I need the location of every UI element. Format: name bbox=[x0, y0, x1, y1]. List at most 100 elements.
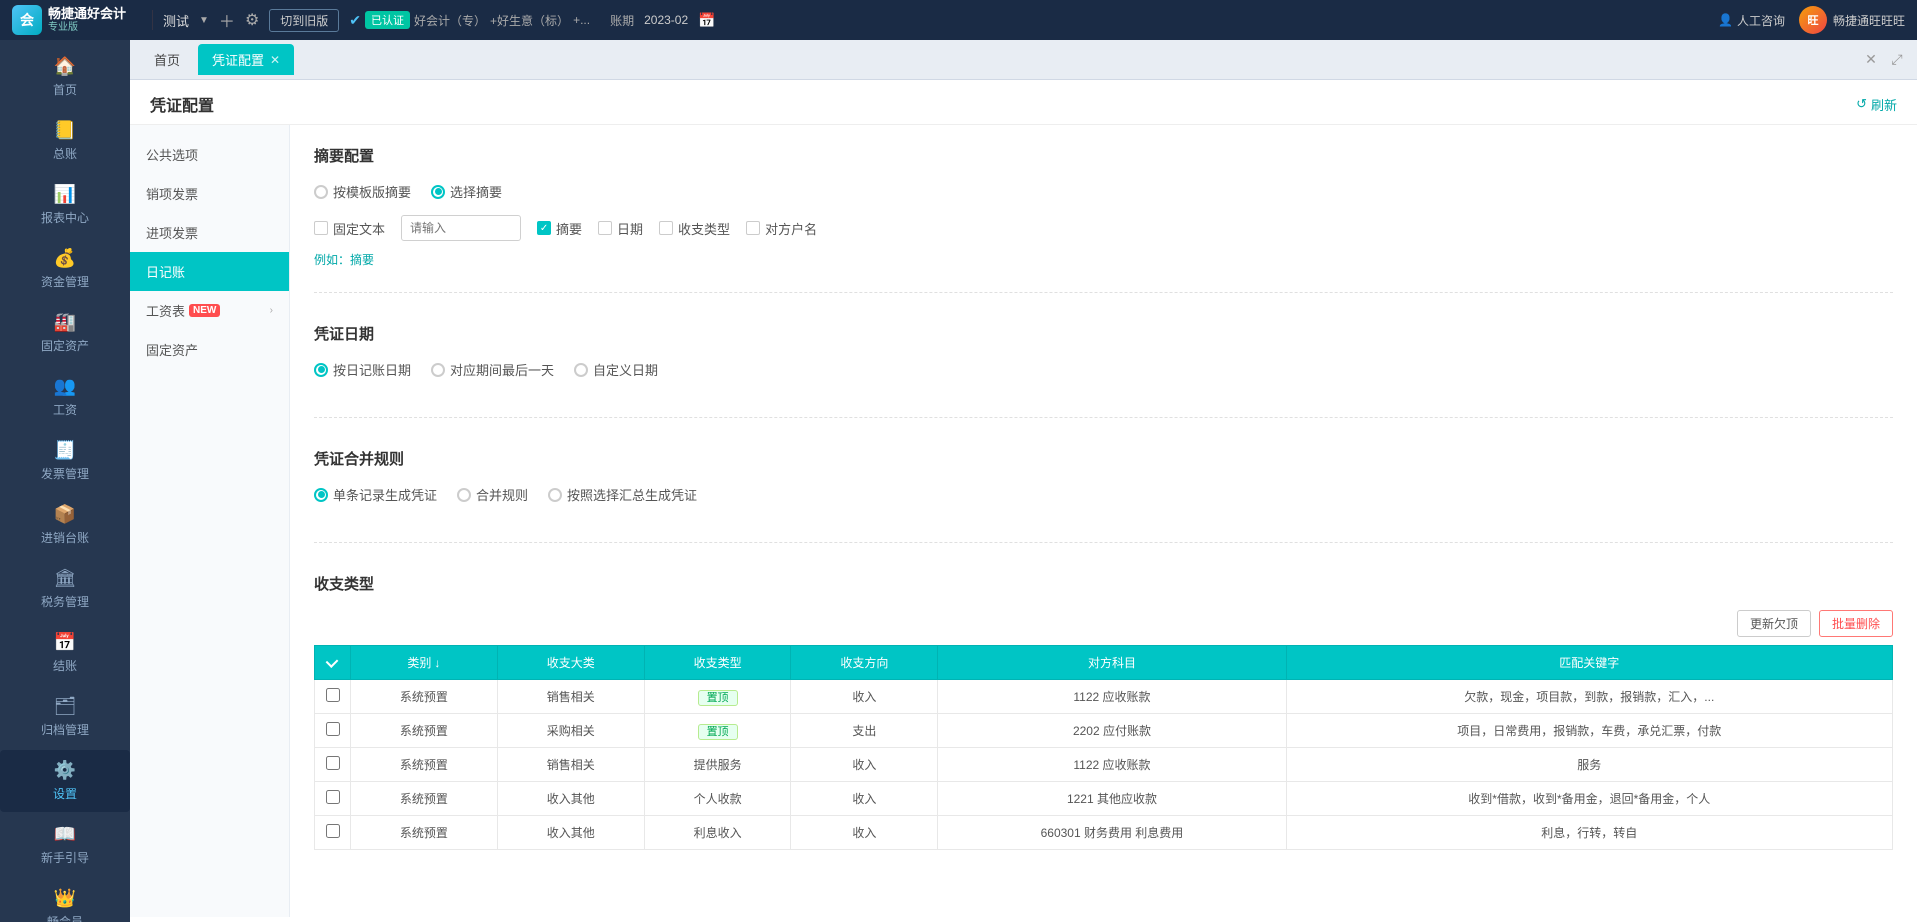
left-nav-public-label: 公共选项 bbox=[146, 145, 198, 164]
left-nav-sales-invoice[interactable]: 销项发票 bbox=[130, 174, 289, 213]
batch-delete-button[interactable]: 批量删除 bbox=[1819, 610, 1893, 637]
checkbox-payee[interactable]: 对方户名 bbox=[746, 219, 817, 238]
voucher-date-title: 凭证日期 bbox=[314, 323, 1893, 344]
sidebar-item-tax[interactable]: 🏛 税务管理 bbox=[0, 558, 130, 620]
top-tag-2[interactable]: 置顶 bbox=[698, 724, 738, 740]
th-direction: 收支方向 bbox=[791, 646, 938, 680]
period-value: 2023-02 bbox=[644, 13, 688, 27]
switch-version-button[interactable]: 切到旧版 bbox=[269, 9, 339, 32]
left-nav-public[interactable]: 公共选项 bbox=[130, 135, 289, 174]
row-category-2: 系统预置 bbox=[351, 714, 498, 748]
sidebar-item-home[interactable]: 🏠 首页 bbox=[0, 46, 130, 108]
checkbox-row-1[interactable] bbox=[326, 688, 340, 702]
maximize-icon[interactable]: ⤢ bbox=[1887, 50, 1907, 70]
sidebar-label-ledger: 总账 bbox=[53, 145, 77, 162]
tab-voucher-config[interactable]: 凭证配置 ✕ bbox=[198, 44, 294, 75]
sidebar-item-archive[interactable]: 🗂 归档管理 bbox=[0, 686, 130, 748]
radio-custom-date[interactable]: 自定义日期 bbox=[574, 360, 658, 379]
sidebar-item-closing[interactable]: 📅 结账 bbox=[0, 622, 130, 684]
checkbox-fixed-text[interactable]: 固定文本 bbox=[314, 219, 385, 238]
merge-rules-radio-group: 单条记录生成凭证 合并规则 按照选择汇总生成凭证 bbox=[314, 485, 1893, 504]
checkbox-fixed-text-label: 固定文本 bbox=[333, 219, 385, 238]
row-sub-type-2: 置顶 bbox=[644, 714, 791, 748]
radio-template-label: 按模板版摘要 bbox=[333, 182, 411, 201]
row-direction-3: 收入 bbox=[791, 748, 938, 782]
purchases-icon: 📦 bbox=[54, 504, 76, 525]
sidebar-item-ledger[interactable]: 📒 总账 bbox=[0, 110, 130, 172]
new-badge: NEW bbox=[189, 304, 220, 317]
th-category[interactable]: 类别 ↓ bbox=[351, 646, 498, 680]
sidebar-item-reports[interactable]: 📊 报表中心 bbox=[0, 174, 130, 236]
checkbox-row-5[interactable] bbox=[326, 824, 340, 838]
avatar: 旺 bbox=[1799, 6, 1827, 34]
left-nav-fixed-assets[interactable]: 固定资产 bbox=[130, 330, 289, 369]
sidebar-item-guide[interactable]: 📖 新手引导 bbox=[0, 814, 130, 876]
checkbox-row-2[interactable] bbox=[326, 722, 340, 736]
period-label: 账期 bbox=[610, 12, 634, 29]
service-icon: 👤 bbox=[1718, 13, 1733, 27]
company-name[interactable]: 测试 bbox=[163, 11, 189, 30]
row-subject-1: 1122 应收账款 bbox=[938, 680, 1286, 714]
left-nav: 公共选项 销项发票 进项发票 日记账 工资表 NEW › bbox=[130, 125, 290, 917]
header-checkbox[interactable] bbox=[325, 656, 339, 670]
left-nav-payroll-table[interactable]: 工资表 NEW › bbox=[130, 291, 289, 330]
user-menu[interactable]: 旺 畅捷通旺旺旺 bbox=[1799, 6, 1905, 34]
tab-home[interactable]: 首页 bbox=[140, 44, 194, 75]
logo-icon: 会 bbox=[12, 5, 42, 35]
checkbox-date-box bbox=[598, 221, 612, 235]
voucher-date-radio-group: 按日记账日期 对应期间最后一天 自定义日期 bbox=[314, 360, 1893, 379]
radio-merge-rules[interactable]: 合并规则 bbox=[457, 485, 528, 504]
sidebar-item-funds[interactable]: 💰 资金管理 bbox=[0, 238, 130, 300]
minimize-icon[interactable]: ✕ bbox=[1861, 50, 1881, 70]
sidebar-item-purchases[interactable]: 📦 进销台账 bbox=[0, 494, 130, 556]
calendar-icon[interactable]: 📅 bbox=[698, 12, 715, 29]
checkbox-income-type-box bbox=[659, 221, 673, 235]
radio-journal-date[interactable]: 按日记账日期 bbox=[314, 360, 411, 379]
checkbox-row-3[interactable] bbox=[326, 756, 340, 770]
radio-circle-select bbox=[431, 185, 445, 199]
checkbox-row-4[interactable] bbox=[326, 790, 340, 804]
row-main-type-3: 销售相关 bbox=[497, 748, 644, 782]
topbar-right: 👤 人工咨询 旺 畅捷通旺旺旺 bbox=[1718, 6, 1905, 34]
row-category-3: 系统预置 bbox=[351, 748, 498, 782]
th-subject: 对方科目 bbox=[938, 646, 1286, 680]
sidebar-label-assets: 固定资产 bbox=[41, 337, 89, 354]
radio-template-summary[interactable]: 按模板版摘要 bbox=[314, 182, 411, 201]
top-tag-1[interactable]: 置顶 bbox=[698, 690, 738, 706]
tab-close-icon[interactable]: ✕ bbox=[270, 53, 280, 67]
radio-circle-template bbox=[314, 185, 328, 199]
sidebar-label-archive: 归档管理 bbox=[41, 721, 89, 738]
sidebar-item-settings[interactable]: ⚙️ 设置 bbox=[0, 750, 130, 812]
left-nav-purchase-invoice[interactable]: 进项发票 bbox=[130, 213, 289, 252]
row-subject-4: 1221 其他应收款 bbox=[938, 782, 1286, 816]
radio-select-summary[interactable]: 选择摘要 bbox=[431, 182, 502, 201]
refresh-button[interactable]: ↺ 刷新 bbox=[1856, 95, 1897, 114]
add-icon[interactable]: ＋ bbox=[219, 8, 235, 32]
income-expense-section: 收支类型 更新欠顶 批量删除 bbox=[314, 573, 1893, 874]
checkbox-date[interactable]: 日期 bbox=[598, 219, 643, 238]
main-panel: 摘要配置 按模板版摘要 选择摘要 bbox=[290, 125, 1917, 917]
settings-icon[interactable]: ⚙ bbox=[245, 10, 259, 30]
service-button[interactable]: 👤 人工咨询 bbox=[1718, 12, 1785, 29]
company-arrow-icon[interactable]: ▼ bbox=[199, 15, 209, 26]
table-header-row: 类别 ↓ 收支大类 收支类型 收支方向 对方科目 匹配关键字 bbox=[315, 646, 1893, 680]
left-nav-journal[interactable]: 日记账 bbox=[130, 252, 289, 291]
checkbox-income-type[interactable]: 收支类型 bbox=[659, 219, 730, 238]
radio-single-record[interactable]: 单条记录生成凭证 bbox=[314, 485, 437, 504]
haoshengyi-label: +好生意（标） bbox=[490, 12, 569, 29]
checkbox-summary[interactable]: ✓ 摘要 bbox=[537, 219, 582, 238]
radio-period-last-label: 对应期间最后一天 bbox=[450, 360, 554, 379]
closing-icon: 📅 bbox=[54, 632, 76, 653]
sidebar-item-payroll[interactable]: 👥 工资 bbox=[0, 366, 130, 428]
refresh-label: 刷新 bbox=[1871, 95, 1897, 114]
sidebar-item-member[interactable]: 👑 畅会员 bbox=[0, 878, 130, 922]
row-direction-2: 支出 bbox=[791, 714, 938, 748]
fixed-text-input[interactable] bbox=[401, 215, 521, 241]
summary-checkbox-row: 固定文本 ✓ 摘要 日期 bbox=[314, 215, 1893, 241]
sidebar-item-invoices[interactable]: 🧾 发票管理 bbox=[0, 430, 130, 492]
row-keywords-2: 项目，日常费用，报销款，车费，承兑汇票，付款 bbox=[1286, 714, 1892, 748]
sidebar-item-assets[interactable]: 🏭 固定资产 bbox=[0, 302, 130, 364]
radio-period-last[interactable]: 对应期间最后一天 bbox=[431, 360, 554, 379]
update-top-button[interactable]: 更新欠顶 bbox=[1737, 610, 1811, 637]
radio-summary-voucher[interactable]: 按照选择汇总生成凭证 bbox=[548, 485, 697, 504]
